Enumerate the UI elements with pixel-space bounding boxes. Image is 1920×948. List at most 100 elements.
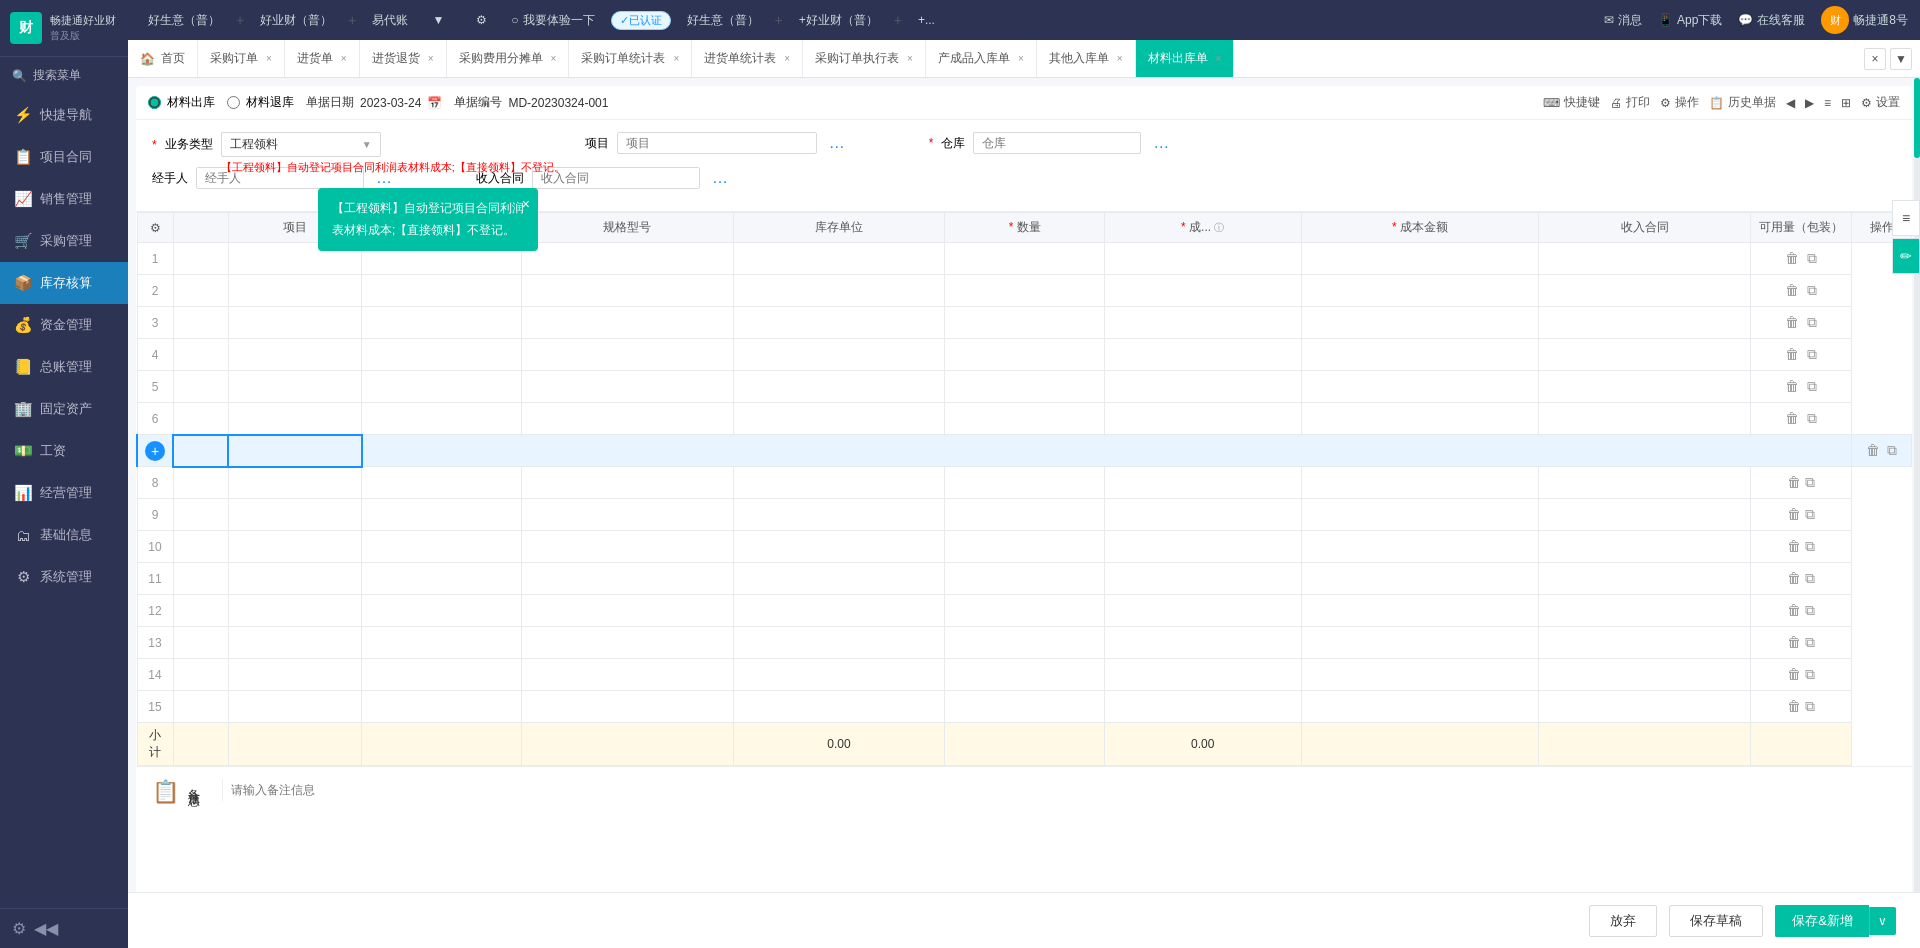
tab-inbound[interactable]: 进货单 ×	[285, 40, 360, 78]
copy-row-btn[interactable]: ⧉	[1805, 698, 1815, 714]
collapse-icon[interactable]: ◀◀	[34, 919, 58, 938]
copy-row-btn[interactable]: ⧉	[1805, 474, 1815, 490]
tab-close-purchase-stat[interactable]: ×	[673, 53, 679, 64]
tab-close-production-in[interactable]: ×	[1018, 53, 1024, 64]
table-settings-btn[interactable]: ⚙ 设置	[1861, 94, 1900, 111]
tab-more-btn[interactable]: ▼	[1890, 48, 1912, 70]
top-nav-haoshengyi[interactable]: 好生意（普）	[140, 8, 228, 33]
delete-row-btn[interactable]: 🗑	[1866, 442, 1880, 458]
copy-row-btn[interactable]: ⧉	[1805, 506, 1815, 522]
tab-close-inbound-stat[interactable]: ×	[784, 53, 790, 64]
tab-close-material-out[interactable]: ×	[1216, 53, 1222, 64]
sidebar-item-project[interactable]: 📋 项目合同	[0, 136, 128, 178]
copy-row-btn[interactable]: ⧉	[1807, 282, 1817, 298]
income-contract-dots-icon[interactable]: …	[712, 169, 728, 187]
radio-material-return[interactable]: 材料退库	[227, 94, 294, 111]
tab-material-out[interactable]: 材料出库单 ×	[1136, 40, 1235, 78]
tab-close-purchase-order[interactable]: ×	[266, 53, 272, 64]
view-list-btn[interactable]: ≡	[1824, 96, 1831, 110]
tab-other-in[interactable]: 其他入库单 ×	[1037, 40, 1136, 78]
experience-btn[interactable]: ○ 我要体验一下	[503, 8, 602, 33]
tab-purchase-order[interactable]: 采购订单 ×	[198, 40, 285, 78]
tab-inbound-stat[interactable]: 进货单统计表 ×	[692, 40, 803, 78]
print-btn[interactable]: 🖨 打印	[1610, 94, 1650, 111]
copy-row-btn[interactable]: ⧉	[1807, 378, 1817, 394]
copy-row-btn[interactable]: ⧉	[1805, 570, 1815, 586]
top-nav-haoshengyi2[interactable]: 好生意（普）	[679, 8, 767, 33]
sidebar-item-salary[interactable]: 💵 工资	[0, 430, 128, 472]
tab-close-other-in[interactable]: ×	[1117, 53, 1123, 64]
delete-row-btn[interactable]: 🗑	[1787, 474, 1801, 490]
save-new-arrow-btn[interactable]: ∨	[1869, 907, 1896, 935]
history-btn[interactable]: 📋 历史单据	[1709, 94, 1776, 111]
delete-row-btn[interactable]: 🗑	[1785, 282, 1799, 298]
editing-cell-2[interactable]	[228, 435, 362, 467]
delete-row-btn[interactable]: 🗑	[1785, 250, 1799, 266]
nav-next-btn[interactable]: ▶	[1805, 96, 1814, 110]
copy-row-btn[interactable]: ⧉	[1805, 634, 1815, 650]
copy-row-btn[interactable]: ⧉	[1805, 666, 1815, 682]
project-input[interactable]	[617, 132, 817, 154]
sidebar-item-basic[interactable]: 🗂 基础信息	[0, 514, 128, 556]
copy-row-btn[interactable]: ⧉	[1807, 250, 1817, 266]
copy-row-btn[interactable]: ⧉	[1887, 442, 1897, 458]
radio-material-out[interactable]: 材料出库	[148, 94, 215, 111]
user-area[interactable]: 财 畅捷通8号	[1821, 6, 1908, 34]
right-float-list-btn[interactable]: ≡	[1892, 200, 1920, 236]
shortcut-key-btn[interactable]: ⌨ 快捷键	[1543, 94, 1600, 111]
delete-row-btn[interactable]: 🗑	[1787, 698, 1801, 714]
app-download-btn[interactable]: 📱 App下载	[1658, 12, 1722, 29]
save-new-btn[interactable]: 保存&新增	[1775, 905, 1869, 937]
nav-prev-btn[interactable]: ◀	[1786, 96, 1795, 110]
add-row-btn[interactable]: +	[145, 441, 165, 461]
copy-row-btn[interactable]: ⧉	[1807, 410, 1817, 426]
tab-inbound-return[interactable]: 进货退货 ×	[360, 40, 447, 78]
delete-row-btn[interactable]: 🗑	[1787, 602, 1801, 618]
delete-row-btn[interactable]: 🗑	[1785, 314, 1799, 330]
delete-row-btn[interactable]: 🗑	[1787, 506, 1801, 522]
copy-row-btn[interactable]: ⧉	[1807, 346, 1817, 362]
sidebar-item-system[interactable]: ⚙ 系统管理	[0, 556, 128, 598]
message-btn[interactable]: ✉ 消息	[1604, 12, 1642, 29]
warehouse-input[interactable]	[973, 132, 1141, 154]
right-float-edit-btn[interactable]: ✏	[1892, 238, 1920, 274]
calendar-icon[interactable]: 📅	[427, 96, 442, 110]
operation-btn[interactable]: ⚙ 操作	[1660, 94, 1699, 111]
col-settings-btn[interactable]: ⚙	[137, 213, 173, 243]
delete-row-btn[interactable]: 🗑	[1787, 538, 1801, 554]
note-input[interactable]	[222, 779, 1896, 801]
tab-purchase-exec[interactable]: 采购订单执行表 ×	[803, 40, 926, 78]
tab-production-in[interactable]: 产成品入库单 ×	[926, 40, 1037, 78]
sidebar-item-ledger[interactable]: 📒 总账管理	[0, 346, 128, 388]
sidebar-item-assets[interactable]: 🏢 固定资产	[0, 388, 128, 430]
tab-purchase-expense[interactable]: 采购费用分摊单 ×	[447, 40, 570, 78]
delete-row-btn[interactable]: 🗑	[1787, 570, 1801, 586]
copy-row-btn[interactable]: ⧉	[1807, 314, 1817, 330]
save-draft-btn[interactable]: 保存草稿	[1669, 905, 1763, 937]
top-nav-yidaizhang[interactable]: 易代账	[364, 8, 416, 33]
top-nav-more[interactable]: +...	[910, 9, 943, 31]
sidebar-item-purchase[interactable]: 🛒 采购管理	[0, 220, 128, 262]
editing-cell-1[interactable]	[173, 435, 228, 467]
sidebar-item-finance[interactable]: 💰 资金管理	[0, 304, 128, 346]
tab-home[interactable]: 🏠 首页	[128, 40, 198, 78]
delete-row-btn[interactable]: 🗑	[1785, 378, 1799, 394]
tab-close-inbound[interactable]: ×	[341, 53, 347, 64]
sidebar-item-inventory[interactable]: 📦 库存核算	[0, 262, 128, 304]
delete-row-btn[interactable]: 🗑	[1787, 666, 1801, 682]
tab-close-purchase-exec[interactable]: ×	[907, 53, 913, 64]
top-nav-haoyecai2[interactable]: +好业财（普）	[791, 8, 886, 33]
tab-close-inbound-return[interactable]: ×	[428, 53, 434, 64]
online-service-btn[interactable]: 💬 在线客服	[1738, 12, 1805, 29]
delete-row-btn[interactable]: 🗑	[1785, 410, 1799, 426]
sidebar-item-ops[interactable]: 📊 经营管理	[0, 472, 128, 514]
biz-type-select[interactable]: 工程领料 ▼	[221, 132, 381, 157]
top-nav-haoyecai[interactable]: 好业财（普）	[252, 8, 340, 33]
delete-row-btn[interactable]: 🗑	[1787, 634, 1801, 650]
tab-close-purchase-expense[interactable]: ×	[551, 53, 557, 64]
tab-close-all-btn[interactable]: ×	[1864, 48, 1886, 70]
scroll-thumb[interactable]	[1914, 78, 1920, 158]
discard-btn[interactable]: 放弃	[1589, 905, 1657, 937]
warehouse-dots-icon[interactable]: …	[1153, 134, 1169, 152]
tooltip-close-btn[interactable]: ×	[522, 192, 530, 217]
